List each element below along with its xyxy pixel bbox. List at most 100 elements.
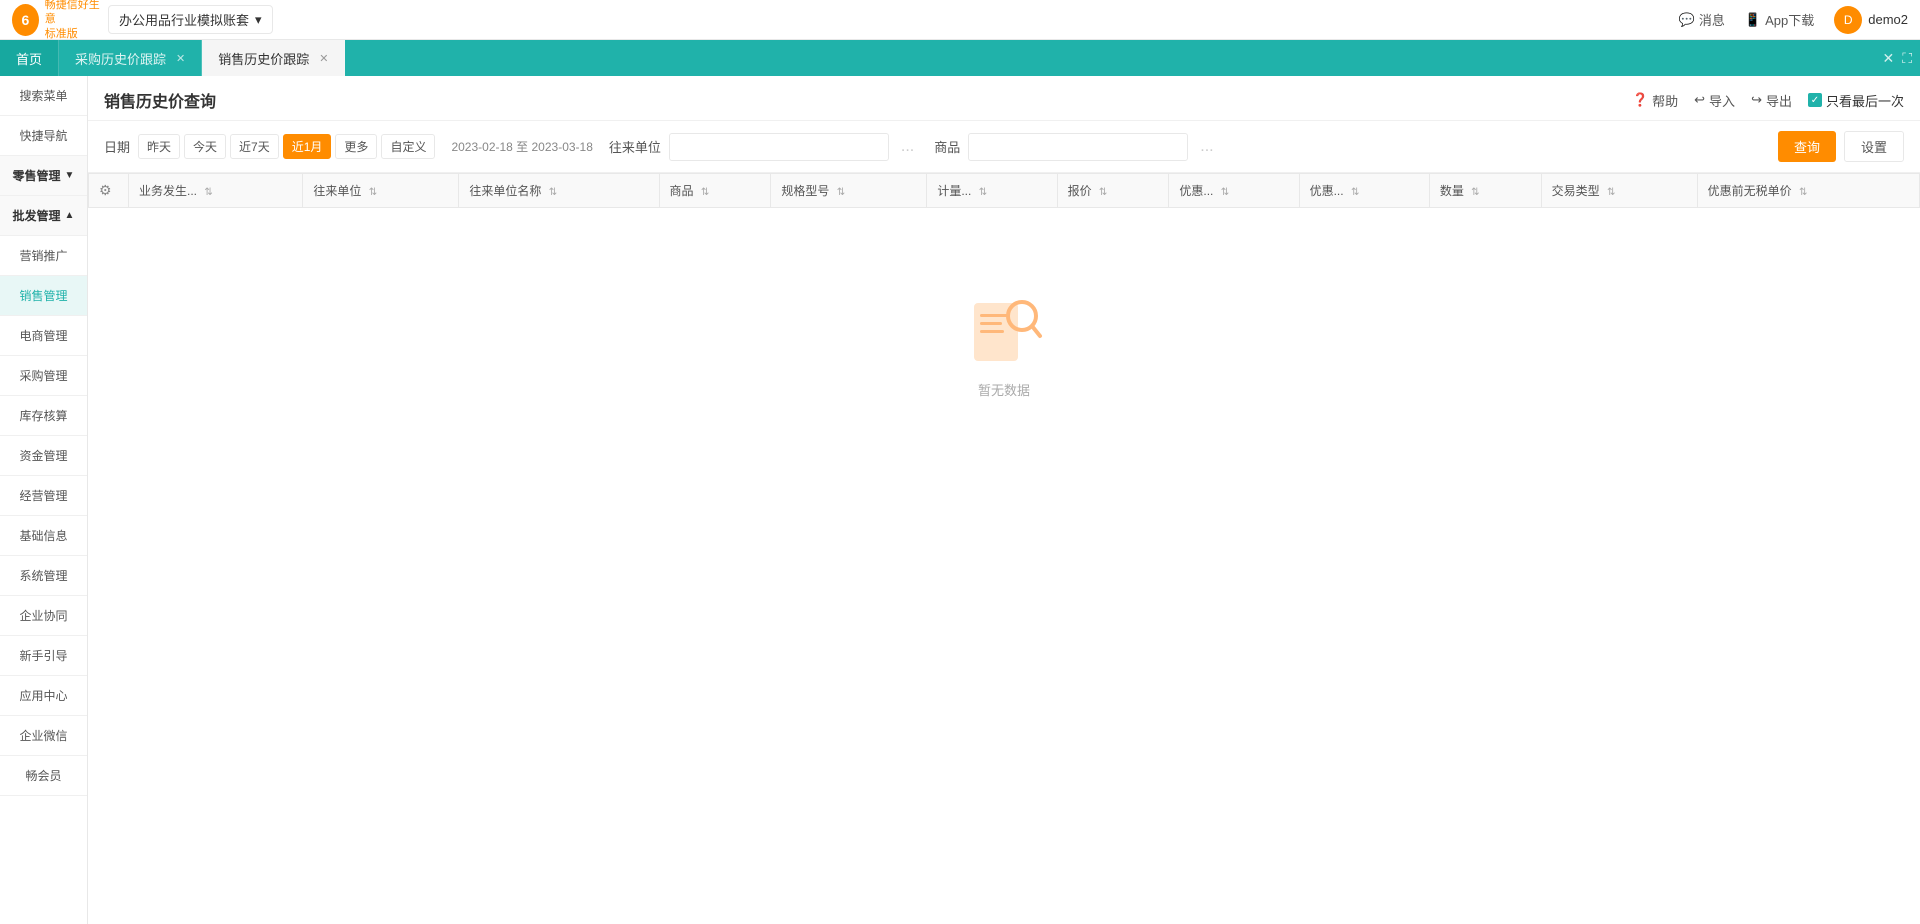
- tab-purchase[interactable]: 采购历史价跟踪 ✕: [59, 40, 202, 76]
- empty-text: 暂无数据: [978, 380, 1030, 399]
- user-name: demo2: [1868, 12, 1908, 27]
- page-header-actions: ❓ 帮助 ↩ 导入 ↪ 导出 ✓ 只看最后一次: [1632, 91, 1904, 110]
- table-col-partner-code[interactable]: 往来单位 ⇅: [303, 174, 459, 208]
- finance-label: 资金管理: [19, 447, 67, 464]
- tab-purchase-label: 采购历史价跟踪: [75, 49, 166, 68]
- tab-bar: 首页 采购历史价跟踪 ✕ 销售历史价跟踪 ✕ ✕ ⛶: [0, 40, 1920, 76]
- sort-icon-partner-name: ⇅: [549, 187, 557, 198]
- logo-text: 畅捷信好生意 标准版: [45, 0, 100, 41]
- page-header: 销售历史价查询 ❓ 帮助 ↩ 导入 ↪ 导出 ✓ 只看最后一次: [88, 76, 1920, 121]
- tab-bar-actions: ✕ ⛶: [1882, 50, 1920, 67]
- sidebar-item-marketing[interactable]: 营销推广: [0, 236, 87, 276]
- sidebar-item-basics[interactable]: 基础信息: [0, 516, 87, 556]
- sort-icon-partner-code: ⇅: [369, 187, 377, 198]
- goods-input[interactable]: [968, 133, 1188, 161]
- sidebar-item-retail[interactable]: 零售管理 ▼: [0, 156, 87, 196]
- sidebar-item-search-menu[interactable]: 搜索菜单: [0, 76, 87, 116]
- mobile-icon: 📱: [1745, 12, 1761, 28]
- sidebar-item-wechat[interactable]: 企业微信: [0, 716, 87, 756]
- sort-icon-biz-date: ⇅: [204, 187, 212, 198]
- help-icon: ❓: [1632, 92, 1648, 108]
- maximize-icon[interactable]: ⛶: [1902, 50, 1912, 67]
- date-btn-custom[interactable]: 自定义: [381, 134, 435, 159]
- partner-filter-group: 往来单位 ...: [609, 133, 918, 161]
- account-dropdown[interactable]: 办公用品行业模拟账套 ▾: [108, 5, 273, 34]
- date-btn-more[interactable]: 更多: [335, 134, 377, 159]
- wholesale-arrow: ▲: [65, 210, 75, 221]
- table-col-biz-date[interactable]: 业务发生... ⇅: [129, 174, 303, 208]
- table-col-quantity[interactable]: 数量 ⇅: [1429, 174, 1541, 208]
- sort-icon-quote: ⇅: [1099, 187, 1107, 198]
- query-button[interactable]: 查询: [1778, 131, 1836, 162]
- user-menu[interactable]: D demo2: [1834, 6, 1908, 34]
- date-btn-last7[interactable]: 近7天: [230, 134, 279, 159]
- close-all-icon[interactable]: ✕: [1882, 50, 1894, 67]
- table-col-goods[interactable]: 商品 ⇅: [659, 174, 771, 208]
- table-col-partner-name[interactable]: 往来单位名称 ⇅: [459, 174, 659, 208]
- date-btn-last1m[interactable]: 近1月: [283, 134, 332, 159]
- page-title: 销售历史价查询: [104, 88, 216, 112]
- export-button[interactable]: ↪ 导出: [1751, 91, 1792, 110]
- app-center-label: 应用中心: [19, 687, 67, 704]
- sidebar-item-enterprise[interactable]: 企业协同: [0, 596, 87, 636]
- only-last-checkbox[interactable]: ✓ 只看最后一次: [1808, 91, 1904, 110]
- partner-input[interactable]: [669, 133, 889, 161]
- guide-label: 新手引导: [19, 647, 67, 664]
- table-col-quote[interactable]: 报价 ⇅: [1057, 174, 1169, 208]
- sort-icon-discount2: ⇅: [1351, 187, 1359, 198]
- sidebar-item-ecommerce[interactable]: 电商管理: [0, 316, 87, 356]
- sidebar-item-finance[interactable]: 资金管理: [0, 436, 87, 476]
- import-button[interactable]: ↩ 导入: [1694, 91, 1735, 110]
- table-col-trade-type[interactable]: 交易类型 ⇅: [1541, 174, 1697, 208]
- avatar: D: [1834, 6, 1862, 34]
- sidebar-item-quick-nav[interactable]: 快捷导航: [0, 116, 87, 156]
- sort-icon-spec: ⇅: [837, 187, 845, 198]
- settings-icon[interactable]: ⚙: [99, 182, 112, 198]
- top-bar: 6 畅捷信好生意 标准版 办公用品行业模拟账套 ▾ 💬 消息 📱 App下载 D…: [0, 0, 1920, 40]
- sidebar-item-operations[interactable]: 经营管理: [0, 476, 87, 516]
- table-col-settings[interactable]: ⚙: [89, 174, 129, 208]
- sort-icon-pretax-price: ⇅: [1799, 187, 1807, 198]
- date-label: 日期: [104, 137, 130, 156]
- retail-label: 零售管理: [13, 167, 61, 184]
- filter-actions: 查询 设置: [1778, 131, 1904, 162]
- tab-home[interactable]: 首页: [0, 40, 59, 76]
- partner-label: 往来单位: [609, 137, 661, 156]
- content-area: 销售历史价查询 ❓ 帮助 ↩ 导入 ↪ 导出 ✓ 只看最后一次: [88, 76, 1920, 924]
- date-btn-today[interactable]: 今天: [184, 134, 226, 159]
- partner-dots-icon[interactable]: ...: [897, 138, 918, 156]
- message-button[interactable]: 💬 消息: [1679, 10, 1725, 29]
- date-btn-yesterday[interactable]: 昨天: [138, 134, 180, 159]
- sidebar-item-wholesale[interactable]: 批发管理 ▲: [0, 196, 87, 236]
- goods-dots-icon[interactable]: ...: [1196, 138, 1217, 156]
- sort-icon-unit: ⇅: [979, 187, 987, 198]
- tab-purchase-close[interactable]: ✕: [176, 52, 185, 65]
- app-download-button[interactable]: 📱 App下载: [1745, 10, 1814, 29]
- sidebar-item-purchase-mgmt[interactable]: 采购管理: [0, 356, 87, 396]
- ecommerce-label: 电商管理: [19, 327, 67, 344]
- export-icon: ↪: [1751, 92, 1762, 108]
- quick-nav-label: 快捷导航: [19, 127, 67, 144]
- sidebar-item-member[interactable]: 畅会员: [0, 756, 87, 796]
- table-col-unit[interactable]: 计量... ⇅: [927, 174, 1057, 208]
- sidebar-item-system[interactable]: 系统管理: [0, 556, 87, 596]
- search-menu-label: 搜索菜单: [19, 87, 67, 104]
- checkbox-icon: ✓: [1808, 93, 1822, 107]
- setting-button[interactable]: 设置: [1844, 131, 1904, 162]
- table-col-spec[interactable]: 规格型号 ⇅: [771, 174, 927, 208]
- sidebar-item-inventory[interactable]: 库存核算: [0, 396, 87, 436]
- table-col-discount1[interactable]: 优惠... ⇅: [1169, 174, 1299, 208]
- sidebar-item-sales-mgmt[interactable]: 销售管理: [0, 276, 87, 316]
- basics-label: 基础信息: [19, 527, 67, 544]
- help-button[interactable]: ❓ 帮助: [1632, 91, 1678, 110]
- main-layout: 搜索菜单 快捷导航 零售管理 ▼ 批发管理 ▲ 营销推广 销售管理 电商管理 采…: [0, 76, 1920, 924]
- sidebar: 搜索菜单 快捷导航 零售管理 ▼ 批发管理 ▲ 营销推广 销售管理 电商管理 采…: [0, 76, 88, 924]
- sort-icon-goods: ⇅: [701, 187, 709, 198]
- retail-arrow: ▼: [65, 170, 75, 181]
- table-col-pretax-price[interactable]: 优惠前无税单价 ⇅: [1697, 174, 1919, 208]
- sidebar-item-guide[interactable]: 新手引导: [0, 636, 87, 676]
- table-col-discount2[interactable]: 优惠... ⇅: [1299, 174, 1429, 208]
- tab-sales[interactable]: 销售历史价跟踪 ✕: [202, 40, 345, 76]
- tab-sales-close[interactable]: ✕: [319, 52, 328, 65]
- sidebar-item-app-center[interactable]: 应用中心: [0, 676, 87, 716]
